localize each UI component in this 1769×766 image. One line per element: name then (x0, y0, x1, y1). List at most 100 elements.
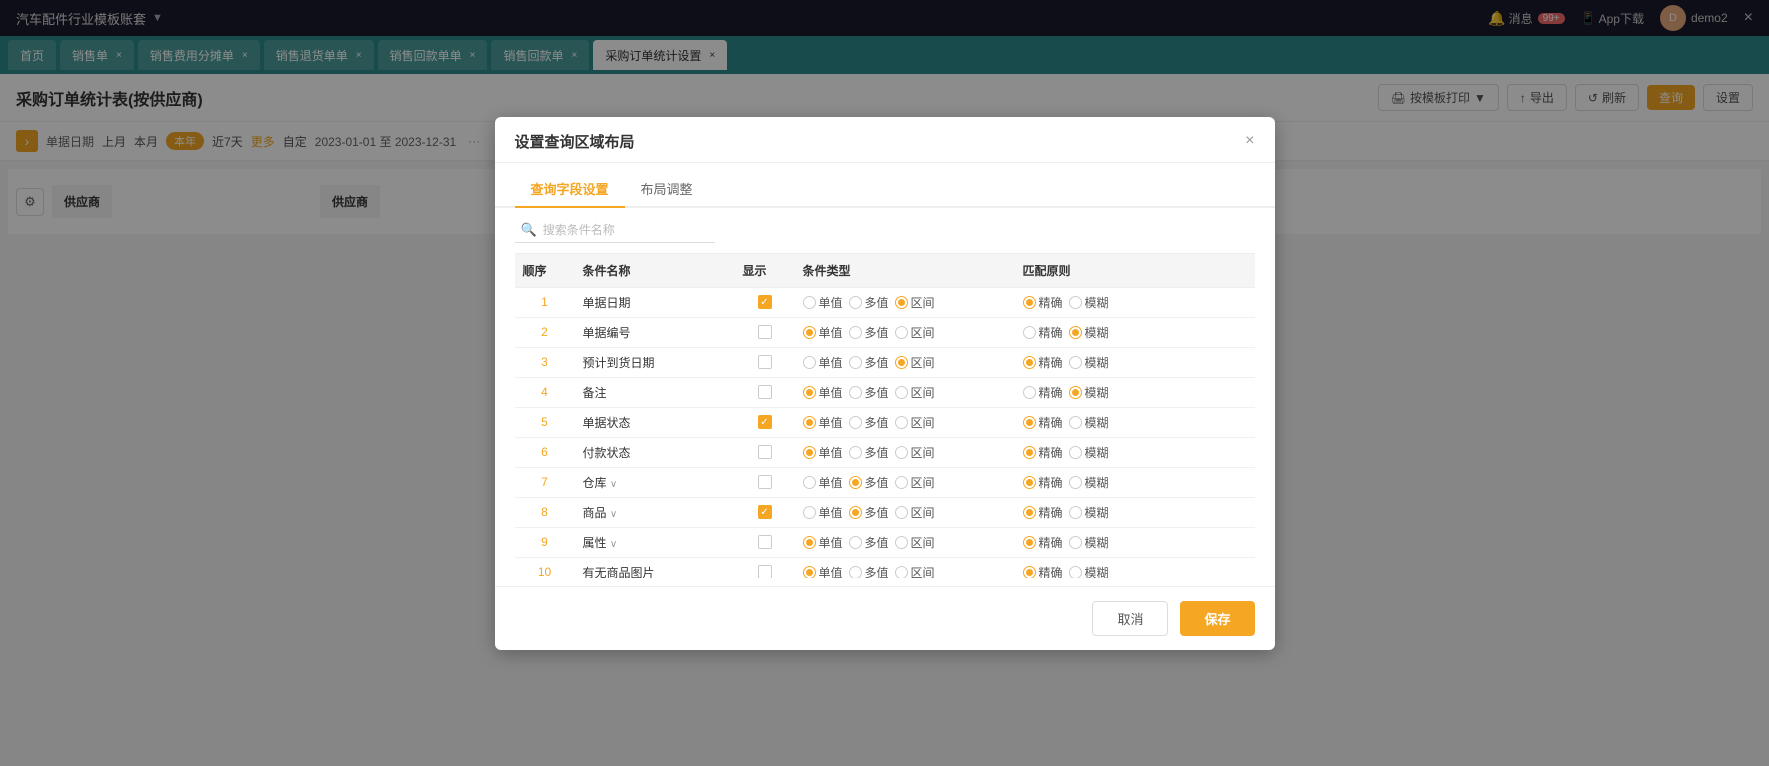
checkbox-1[interactable] (758, 325, 772, 339)
type-radio-0-0[interactable]: 单值 (803, 294, 843, 311)
cell-checkbox-6[interactable] (735, 475, 795, 489)
search-input[interactable] (543, 223, 709, 237)
match-radio-5-0[interactable]: 精确 (1023, 444, 1063, 461)
checkbox-3[interactable] (758, 385, 772, 399)
type-radio-5-0[interactable]: 单值 (803, 444, 843, 461)
match-radio-3-1[interactable]: 模糊 (1069, 384, 1109, 401)
match-radio-2-0[interactable]: 精确 (1023, 354, 1063, 371)
dialog-title: 设置查询区域布局 (515, 131, 635, 152)
checkbox-4[interactable]: ✓ (758, 415, 772, 429)
match-radio-4-0[interactable]: 精确 (1023, 414, 1063, 431)
type-radio-3-0[interactable]: 单值 (803, 384, 843, 401)
radio-circle (803, 386, 816, 399)
type-radio-3-2[interactable]: 区间 (895, 384, 935, 401)
type-radio-9-0[interactable]: 单值 (803, 564, 843, 578)
cancel-btn[interactable]: 取消 (1092, 601, 1168, 636)
match-radio-0-0[interactable]: 精确 (1023, 294, 1063, 311)
cell-order-5: 6 (515, 445, 575, 459)
cell-checkbox-1[interactable] (735, 325, 795, 339)
col-match: 匹配原则 (1015, 262, 1215, 279)
match-radio-7-1[interactable]: 模糊 (1069, 504, 1109, 521)
cell-checkbox-5[interactable] (735, 445, 795, 459)
type-radio-6-0[interactable]: 单值 (803, 474, 843, 491)
type-radio-9-2[interactable]: 区间 (895, 564, 935, 578)
type-radio-6-2[interactable]: 区间 (895, 474, 935, 491)
dialog-tab-layout[interactable]: 布局调整 (625, 171, 709, 208)
dialog-overlay: 设置查询区域布局 × 查询字段设置 布局调整 🔍 顺序 条件名称 显示 (0, 0, 1769, 766)
match-radio-1-0[interactable]: 精确 (1023, 324, 1063, 341)
type-radio-8-2[interactable]: 区间 (895, 534, 935, 551)
type-radio-0-2[interactable]: 区间 (895, 294, 935, 311)
match-radio-9-0[interactable]: 精确 (1023, 564, 1063, 578)
match-radio-4-1[interactable]: 模糊 (1069, 414, 1109, 431)
dialog-tab-query-fields[interactable]: 查询字段设置 (515, 171, 625, 208)
radio-circle (895, 356, 908, 369)
type-radio-4-0[interactable]: 单值 (803, 414, 843, 431)
match-radio-circle (1069, 446, 1082, 459)
type-radio-6-1[interactable]: 多值 (849, 474, 889, 491)
cell-checkbox-2[interactable] (735, 355, 795, 369)
type-radio-2-1[interactable]: 多值 (849, 354, 889, 371)
type-radio-5-1[interactable]: 多值 (849, 444, 889, 461)
match-radio-1-1[interactable]: 模糊 (1069, 324, 1109, 341)
type-radio-7-0[interactable]: 单值 (803, 504, 843, 521)
cell-checkbox-7[interactable]: ✓ (735, 505, 795, 519)
type-radio-5-2[interactable]: 区间 (895, 444, 935, 461)
cell-type-3: 单值多值区间 (795, 384, 1015, 401)
table-row: 8商品 ∨✓单值多值区间精确模糊 (515, 498, 1255, 528)
type-radio-4-1[interactable]: 多值 (849, 414, 889, 431)
cell-checkbox-9[interactable] (735, 565, 795, 578)
match-radio-circle (1023, 506, 1036, 519)
type-radio-4-2[interactable]: 区间 (895, 414, 935, 431)
type-radio-1-2[interactable]: 区间 (895, 324, 935, 341)
cell-checkbox-3[interactable] (735, 385, 795, 399)
checkbox-2[interactable] (758, 355, 772, 369)
cell-match-0: 精确模糊 (1015, 294, 1215, 311)
cell-match-1: 精确模糊 (1015, 324, 1215, 341)
checkbox-8[interactable] (758, 535, 772, 549)
type-radio-1-1[interactable]: 多值 (849, 324, 889, 341)
dialog-search-area: 🔍 (495, 208, 1275, 253)
match-radio-circle (1069, 386, 1082, 399)
cell-name-0: 单据日期 (575, 294, 735, 311)
table-header-row: 顺序 条件名称 显示 条件类型 匹配原则 (515, 253, 1255, 288)
type-radio-7-2[interactable]: 区间 (895, 504, 935, 521)
type-radio-2-0[interactable]: 单值 (803, 354, 843, 371)
match-radio-circle (1023, 446, 1036, 459)
dialog-close-btn[interactable]: × (1245, 132, 1254, 150)
cell-name-9: 有无商品图片 (575, 564, 735, 578)
match-radio-3-0[interactable]: 精确 (1023, 384, 1063, 401)
match-radio-8-0[interactable]: 精确 (1023, 534, 1063, 551)
radio-circle (803, 416, 816, 429)
type-radio-1-0[interactable]: 单值 (803, 324, 843, 341)
type-radio-0-1[interactable]: 多值 (849, 294, 889, 311)
save-btn[interactable]: 保存 (1180, 601, 1254, 636)
match-radio-0-1[interactable]: 模糊 (1069, 294, 1109, 311)
checkbox-7[interactable]: ✓ (758, 505, 772, 519)
match-radio-7-0[interactable]: 精确 (1023, 504, 1063, 521)
cell-checkbox-4[interactable]: ✓ (735, 415, 795, 429)
match-radio-2-1[interactable]: 模糊 (1069, 354, 1109, 371)
radio-circle (849, 326, 862, 339)
col-display: 显示 (735, 262, 795, 279)
cell-checkbox-8[interactable] (735, 535, 795, 549)
radio-circle (803, 536, 816, 549)
type-radio-3-1[interactable]: 多值 (849, 384, 889, 401)
match-radio-6-0[interactable]: 精确 (1023, 474, 1063, 491)
type-radio-7-1[interactable]: 多值 (849, 504, 889, 521)
match-radio-circle (1069, 356, 1082, 369)
match-radio-6-1[interactable]: 模糊 (1069, 474, 1109, 491)
checkbox-5[interactable] (758, 445, 772, 459)
type-radio-2-2[interactable]: 区间 (895, 354, 935, 371)
match-radio-5-1[interactable]: 模糊 (1069, 444, 1109, 461)
type-radio-9-1[interactable]: 多值 (849, 564, 889, 578)
checkbox-0[interactable]: ✓ (758, 295, 772, 309)
checkbox-9[interactable] (758, 565, 772, 578)
match-radio-8-1[interactable]: 模糊 (1069, 534, 1109, 551)
type-radio-8-0[interactable]: 单值 (803, 534, 843, 551)
match-radio-9-1[interactable]: 模糊 (1069, 564, 1109, 578)
cell-checkbox-0[interactable]: ✓ (735, 295, 795, 309)
checkbox-6[interactable] (758, 475, 772, 489)
type-radio-8-1[interactable]: 多值 (849, 534, 889, 551)
table-row: 5单据状态✓单值多值区间精确模糊 (515, 408, 1255, 438)
